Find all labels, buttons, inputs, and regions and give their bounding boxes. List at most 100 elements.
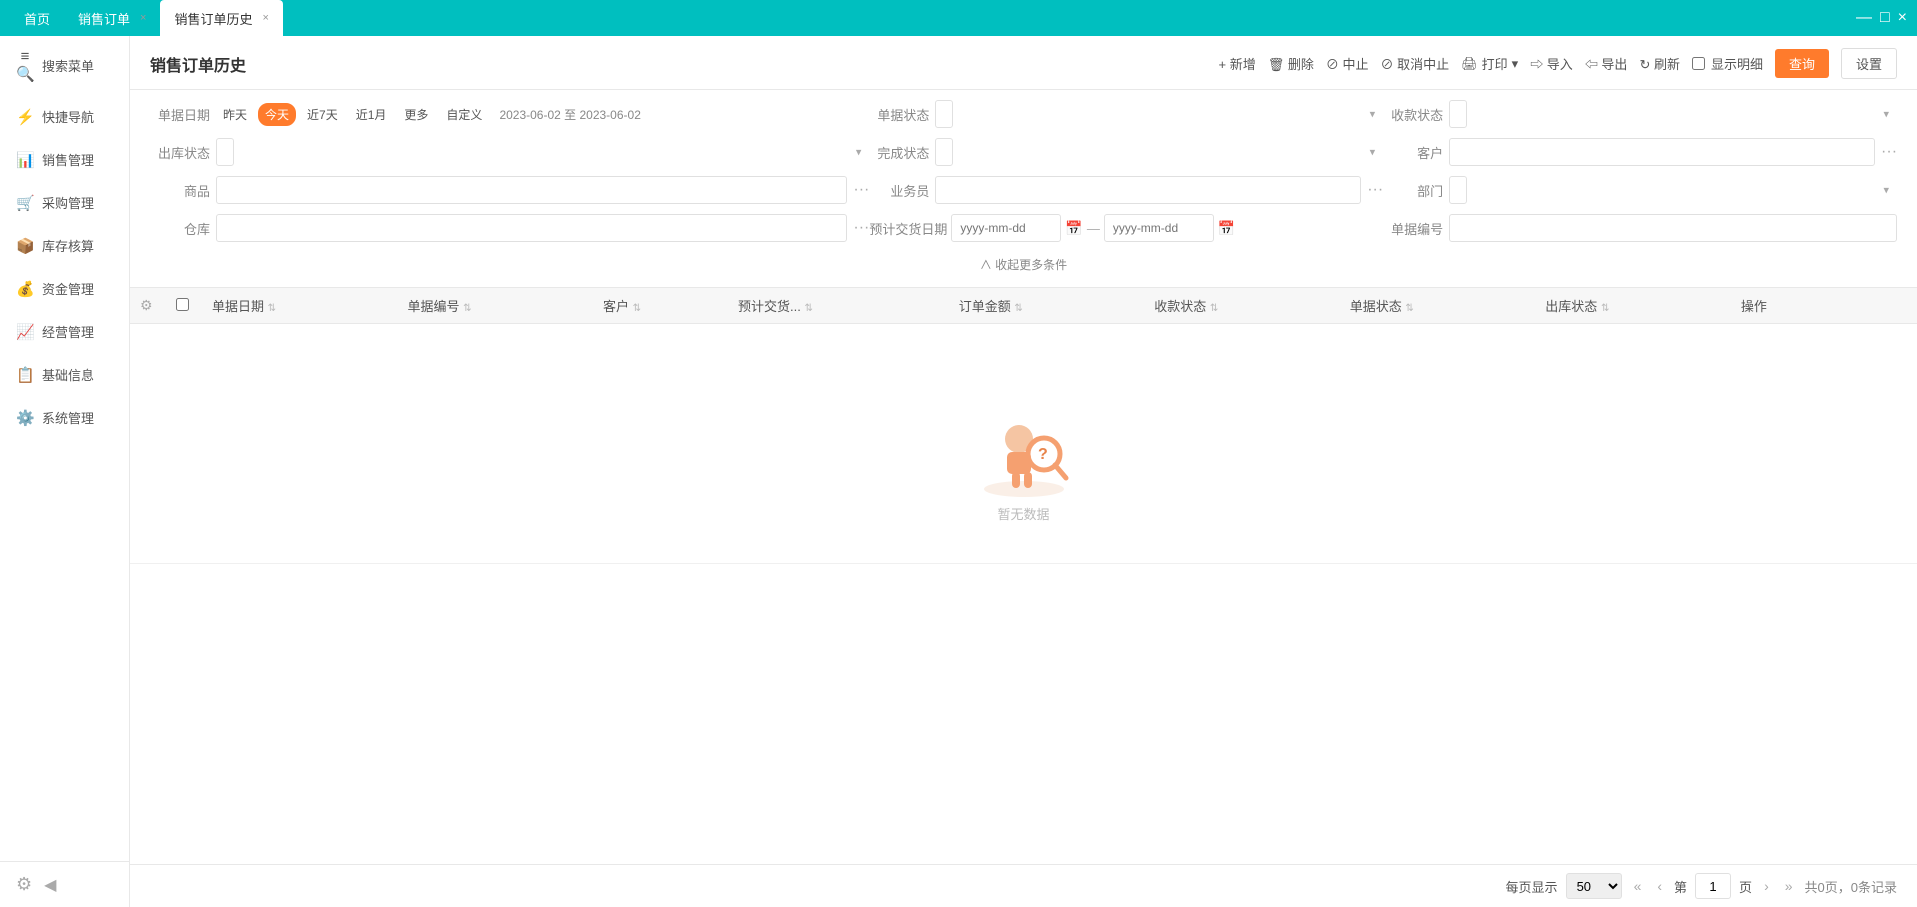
dept-select[interactable] <box>1449 176 1467 204</box>
display-cols-checkbox[interactable]: 显示明细 <box>1692 54 1763 73</box>
outbound-status-select[interactable] <box>216 138 234 166</box>
date-separator: — <box>1087 221 1100 236</box>
cancel-stop-button[interactable]: ⊘ 取消中止 <box>1381 54 1450 73</box>
content-area: 销售订单历史 + 新增 🗑 删除 ⊘ 中止 ⊘ 取消中止 🖨 打印 ▾ ⇨ 导入… <box>130 36 1917 907</box>
sidebar-item-label: 经营管理 <box>42 322 94 341</box>
sort-expected-date-icon[interactable]: ⇅ <box>805 303 813 314</box>
filter-dept: 部门 <box>1383 176 1897 204</box>
sort-outbound-status-icon[interactable]: ⇅ <box>1601 303 1609 314</box>
page-size-label: 每页显示 <box>1506 877 1558 896</box>
sidebar-item-label: 快捷导航 <box>42 107 94 126</box>
customer-dots[interactable]: ··· <box>1881 144 1897 160</box>
warehouse-label: 仓库 <box>150 219 210 238</box>
export-button[interactable]: ⇦ 导出 <box>1585 54 1628 73</box>
date-btn-custom[interactable]: 自定义 <box>439 103 489 126</box>
sidebar-item-purchase-mgmt[interactable]: 🛒 采购管理 <box>0 181 129 224</box>
product-input[interactable] <box>216 176 847 204</box>
tab-home[interactable]: 首页 <box>10 0 64 36</box>
minimize-button[interactable]: — <box>1856 9 1872 27</box>
import-button[interactable]: ⇨ 导入 <box>1530 54 1573 73</box>
date-btn-yesterday[interactable]: 昨天 <box>216 103 254 126</box>
first-page-button[interactable]: « <box>1630 876 1646 896</box>
bill-no-label: 单据编号 <box>1383 219 1443 238</box>
expected-date-start[interactable] <box>951 214 1061 242</box>
filter-customer: 客户 ··· <box>1383 138 1897 166</box>
sort-payment-status-icon[interactable]: ⇅ <box>1210 303 1218 314</box>
search-menu-icon: ≡🔍 <box>16 48 34 83</box>
sort-no-icon[interactable]: ⇅ <box>463 303 471 314</box>
table-settings-icon[interactable]: ⚙ <box>140 297 153 313</box>
next-page-button[interactable]: › <box>1760 876 1773 896</box>
select-all-checkbox[interactable] <box>176 298 189 311</box>
tab-sales-order-history[interactable]: 销售订单历史 × <box>160 0 282 36</box>
calendar-end-icon[interactable]: 📅 <box>1218 220 1235 237</box>
print-button[interactable]: 🖨 打印 ▾ <box>1461 54 1518 73</box>
sidebar-item-label: 采购管理 <box>42 193 94 212</box>
window-close-button[interactable]: × <box>1898 9 1907 27</box>
new-button[interactable]: + 新增 <box>1219 54 1256 73</box>
query-button[interactable]: 查询 <box>1775 49 1829 78</box>
sidebar-item-system-mgmt[interactable]: ⚙️ 系统管理 <box>0 396 129 439</box>
display-cols-input[interactable] <box>1692 57 1705 70</box>
sidebar-item-inventory[interactable]: 📦 库存核算 <box>0 224 129 267</box>
product-dots[interactable]: ··· <box>853 182 869 198</box>
close-tab-sales-order[interactable]: × <box>140 12 146 24</box>
complete-status-select[interactable] <box>935 138 953 166</box>
close-tab-sales-order-history[interactable]: × <box>262 12 268 24</box>
settings-button[interactable]: 设置 <box>1841 48 1897 79</box>
sort-bill-status-icon[interactable]: ⇅ <box>1405 303 1413 314</box>
sort-amount-icon[interactable]: ⇅ <box>1014 303 1022 314</box>
warehouse-input[interactable] <box>216 214 847 242</box>
prev-page-button[interactable]: ‹ <box>1653 876 1666 896</box>
finance-icon: 💰 <box>16 280 34 298</box>
th-amount: 订单金额 ⇅ <box>949 288 1145 324</box>
bill-status-select[interactable] <box>935 100 953 128</box>
maximize-button[interactable]: □ <box>1880 9 1890 27</box>
expected-date-label: 预计交货日期 <box>869 219 947 238</box>
salesperson-dots[interactable]: ··· <box>1367 182 1383 198</box>
calendar-start-icon[interactable]: 📅 <box>1065 220 1082 237</box>
salesperson-input[interactable] <box>935 176 1361 204</box>
date-btn-more[interactable]: 更多 <box>397 103 435 126</box>
date-btn-7days[interactable]: 近7天 <box>300 103 345 126</box>
page-number-input[interactable] <box>1695 873 1731 899</box>
stop-button[interactable]: ⊘ 中止 <box>1326 54 1369 73</box>
payment-status-select-wrap <box>1449 100 1897 128</box>
page-size-select[interactable]: 20 50 100 <box>1566 873 1622 899</box>
sort-customer-icon[interactable]: ⇅ <box>633 303 641 314</box>
sidebar-settings-icon[interactable]: ⚙ <box>16 874 32 895</box>
collapse-more-conditions[interactable]: ∧ 收起更多条件 <box>150 252 1897 277</box>
sidebar-item-label: 资金管理 <box>42 279 94 298</box>
bill-no-input[interactable] <box>1449 214 1897 242</box>
refresh-button[interactable]: ↻ 刷新 <box>1639 54 1680 73</box>
sidebar-collapse-icon[interactable]: ◀ <box>44 875 56 895</box>
customer-input[interactable] <box>1449 138 1875 166</box>
filter-outbound-status: 出库状态 <box>150 138 869 166</box>
main-layout: ≡🔍 搜索菜单 ⚡ 快捷导航 📊 销售管理 🛒 采购管理 📦 库存核算 💰 资金… <box>0 36 1917 907</box>
page-title-bar: 销售订单历史 + 新增 🗑 删除 ⊘ 中止 ⊘ 取消中止 🖨 打印 ▾ ⇨ 导入… <box>150 48 1897 79</box>
sidebar-item-operations[interactable]: 📈 经营管理 <box>0 310 129 353</box>
date-btn-today[interactable]: 今天 <box>258 103 296 126</box>
delete-button[interactable]: 🗑 删除 <box>1268 54 1314 73</box>
filter-row-2: 出库状态 完成状态 客户 <box>150 138 1897 166</box>
expected-date-end[interactable] <box>1104 214 1214 242</box>
sidebar-item-search-menu[interactable]: ≡🔍 搜索菜单 <box>0 36 129 95</box>
filter-warehouse: 仓库 ··· <box>150 214 869 242</box>
warehouse-dots[interactable]: ··· <box>853 220 869 236</box>
sort-date-icon[interactable]: ⇅ <box>268 303 276 314</box>
sidebar-item-basic-info[interactable]: 📋 基础信息 <box>0 353 129 396</box>
filter-product: 商品 ··· <box>150 176 869 204</box>
sidebar-item-finance[interactable]: 💰 资金管理 <box>0 267 129 310</box>
filter-bill-status: 单据状态 <box>869 100 1383 128</box>
date-btn-1month[interactable]: 近1月 <box>349 103 394 126</box>
payment-status-select[interactable] <box>1449 100 1467 128</box>
page-unit: 页 <box>1739 877 1752 896</box>
sidebar-item-quick-nav[interactable]: ⚡ 快捷导航 <box>0 95 129 138</box>
tab-sales-order[interactable]: 销售订单 × <box>64 0 160 36</box>
print-dropdown-icon[interactable]: ▾ <box>1512 56 1519 72</box>
sidebar-item-sales-mgmt[interactable]: 📊 销售管理 <box>0 138 129 181</box>
last-page-button[interactable]: » <box>1781 876 1797 896</box>
top-bar: 首页 销售订单 × 销售订单历史 × — □ × <box>0 0 1917 36</box>
th-outbound-status: 出库状态 ⇅ <box>1535 288 1731 324</box>
basic-info-icon: 📋 <box>16 366 34 384</box>
